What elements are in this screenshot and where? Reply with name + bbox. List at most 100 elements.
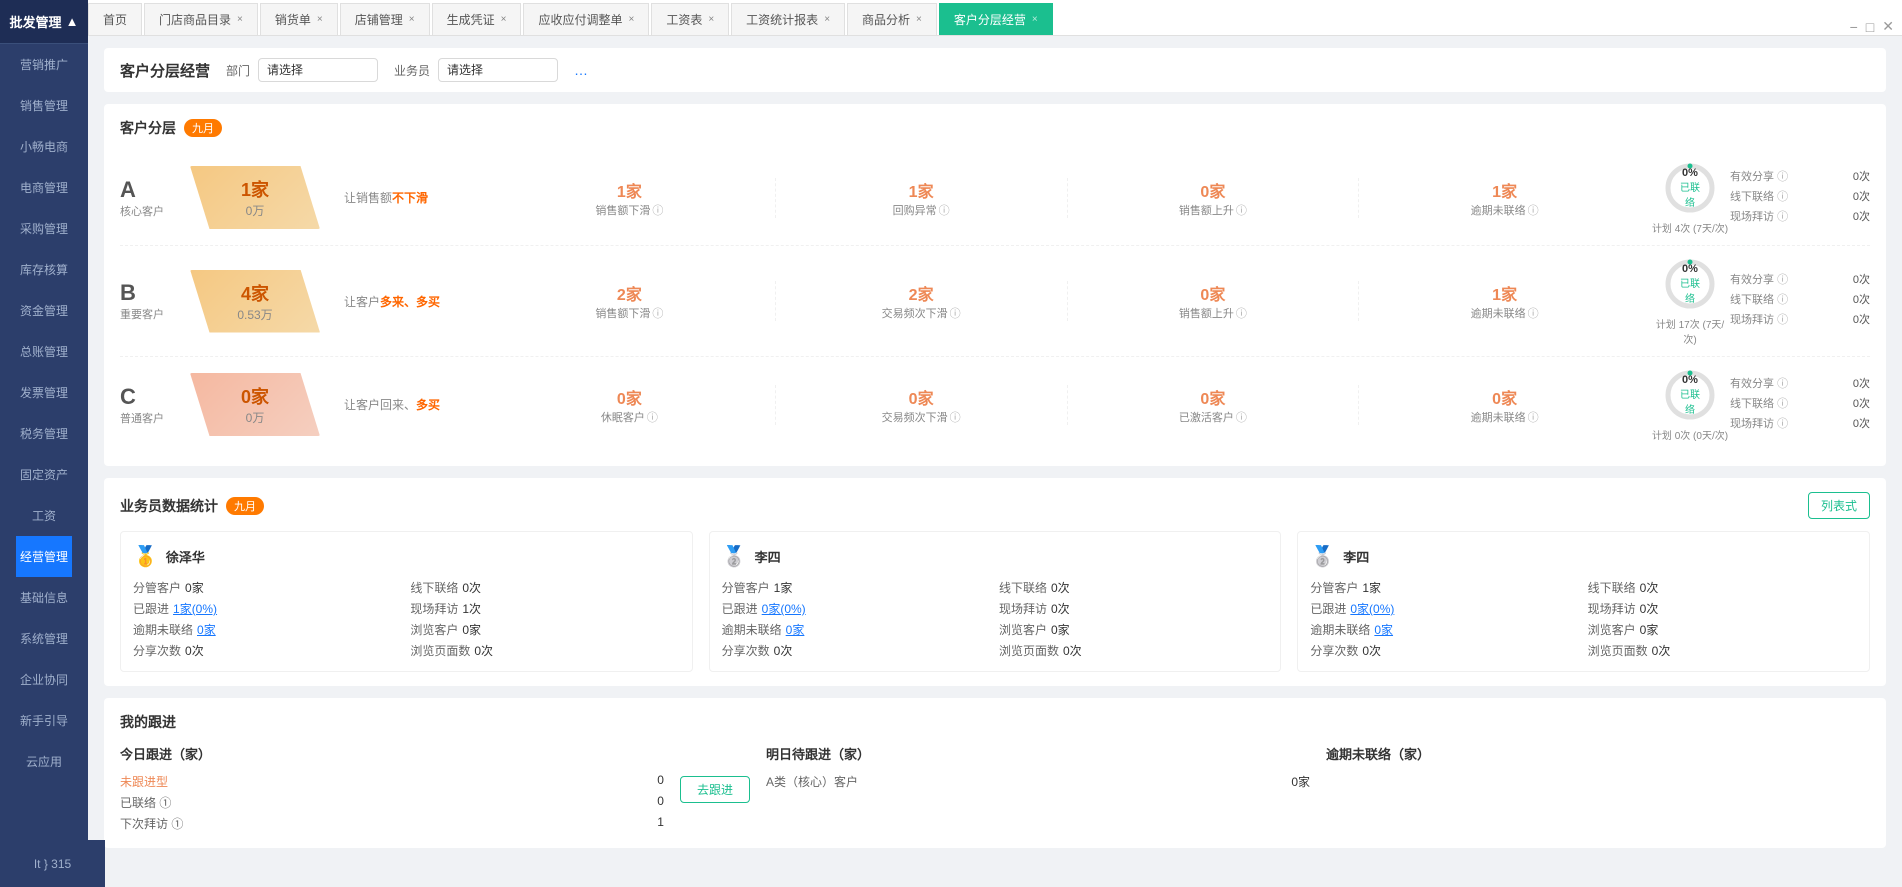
info-icon[interactable]: ⓘ: [652, 202, 663, 218]
tier-count: 0家: [241, 383, 269, 409]
sidebar-item-电商管理[interactable]: 电商管理: [16, 167, 72, 208]
biz-row-val[interactable]: 1家(0%): [173, 600, 217, 617]
right-stat-label: 现场拜访 ⓘ: [1730, 311, 1788, 327]
info-icon[interactable]: ⓘ: [939, 202, 950, 218]
stat-item[interactable]: 1家逾期未联络 ⓘ: [1359, 178, 1650, 218]
sidebar-item-新手引导[interactable]: 新手引导: [16, 700, 72, 741]
sidebar-item-小畅电商[interactable]: 小畅电商: [16, 126, 72, 167]
sidebar-item-总账管理[interactable]: 总账管理: [16, 331, 72, 372]
stat-item[interactable]: 2家交易频次下滑 ⓘ: [776, 281, 1068, 321]
info-icon[interactable]: ⓘ: [1777, 274, 1788, 286]
tab-销货单[interactable]: 销货单×: [260, 3, 338, 35]
sidebar-item-基础信息[interactable]: 基础信息: [16, 577, 72, 618]
sidebar-item-系统管理[interactable]: 系统管理: [16, 618, 72, 659]
tier-trapezoid-A[interactable]: 1家0万: [190, 166, 320, 229]
info-icon[interactable]: ⓘ: [1777, 294, 1788, 306]
biz-row-val[interactable]: 0家(0%): [762, 600, 806, 617]
info-icon[interactable]: ⓘ: [1777, 191, 1788, 203]
tab-close-icon[interactable]: ×: [628, 14, 634, 25]
list-view-btn[interactable]: 列表式: [1808, 492, 1870, 519]
tab-商品分析[interactable]: 商品分析×: [847, 3, 937, 35]
stat-item[interactable]: 0家休眠客户 ⓘ: [484, 385, 776, 425]
stat-item[interactable]: 2家销售额下滑 ⓘ: [484, 281, 776, 321]
biz-row-val[interactable]: 0家(0%): [1350, 600, 1394, 617]
info-icon[interactable]: ⓘ: [950, 305, 961, 321]
tab-首页[interactable]: 首页: [88, 3, 142, 35]
biz-row: 浏览页面数0次: [1588, 642, 1857, 659]
salesman-select[interactable]: 请选择: [438, 58, 558, 82]
tab-close-icon[interactable]: ×: [237, 14, 243, 25]
tab-店铺管理[interactable]: 店铺管理×: [340, 3, 430, 35]
tab-close-icon[interactable]: ×: [1032, 14, 1038, 25]
info-icon[interactable]: ⓘ: [1528, 409, 1539, 425]
stat-item[interactable]: 0家交易频次下滑 ⓘ: [776, 385, 1068, 425]
dept-select[interactable]: 请选择: [258, 58, 378, 82]
tab-controls[interactable]: − □ ✕: [1842, 18, 1902, 35]
biz-row-val[interactable]: 0家: [197, 621, 216, 638]
tab-客户分层经营[interactable]: 客户分层经营×: [939, 3, 1053, 35]
biz-row-label: 浏览客户: [410, 621, 458, 638]
tab-close-icon[interactable]: ×: [409, 14, 415, 25]
tab-close-icon[interactable]: ×: [824, 14, 830, 25]
info-icon[interactable]: ⓘ: [1236, 305, 1247, 321]
stat-item[interactable]: 0家已激活客户 ⓘ: [1068, 385, 1360, 425]
stat-item[interactable]: 1家销售额下滑 ⓘ: [484, 178, 776, 218]
minimize-icon[interactable]: −: [1850, 19, 1858, 35]
stat-item[interactable]: 1家逾期未联络 ⓘ: [1359, 281, 1650, 321]
info-icon[interactable]: ⓘ: [1777, 171, 1788, 183]
stat-item[interactable]: 0家销售额上升 ⓘ: [1068, 281, 1360, 321]
biz-row-val: 1家: [774, 579, 793, 596]
sidebar-item-资金管理[interactable]: 资金管理: [16, 290, 72, 331]
sidebar-item-营销推广[interactable]: 营销推广: [16, 44, 72, 85]
stat-item[interactable]: 0家逾期未联络 ⓘ: [1359, 385, 1650, 425]
tier-trapezoid-B[interactable]: 4家0.53万: [190, 270, 320, 333]
stat-item[interactable]: 0家销售额上升 ⓘ: [1068, 178, 1360, 218]
sidebar-item-发票管理[interactable]: 发票管理: [16, 372, 72, 413]
sidebar-item-销售管理[interactable]: 销售管理: [16, 85, 72, 126]
stat-item[interactable]: 1家回购异常 ⓘ: [776, 178, 1068, 218]
info-icon[interactable]: ⓘ: [652, 305, 663, 321]
biz-row-val[interactable]: 0家: [786, 621, 805, 638]
tab-工资表[interactable]: 工资表×: [651, 3, 729, 35]
info-icon[interactable]: ⓘ: [647, 409, 658, 425]
followup-grid: 今日跟进（家） 未跟进型0已联络 ①0下次拜访 ①1 去跟进 明日待跟进（家） …: [120, 744, 1870, 834]
tier-amount: 0.53万: [237, 306, 272, 323]
tomorrow-followup-col: 明日待跟进（家） A类（核心）客户0家: [766, 744, 1310, 834]
info-icon[interactable]: ⓘ: [1528, 202, 1539, 218]
biz-row-val[interactable]: 0家: [1374, 621, 1393, 638]
info-icon[interactable]: ⓘ: [950, 409, 961, 425]
sidebar-item-企业协同[interactable]: 企业协同: [16, 659, 72, 700]
tab-工资统计报表[interactable]: 工资统计报表×: [731, 3, 845, 35]
info-icon[interactable]: ⓘ: [1777, 418, 1788, 430]
tab-close-icon[interactable]: ×: [708, 14, 714, 25]
more-filters-btn[interactable]: …: [574, 62, 588, 78]
goto-followup-btn[interactable]: 去跟进: [680, 776, 750, 803]
sidebar-item-固定资产[interactable]: 固定资产: [16, 454, 72, 495]
sidebar-item-库存核算[interactable]: 库存核算: [16, 249, 72, 290]
info-icon[interactable]: ⓘ: [1777, 378, 1788, 390]
tier-label-B: B重要客户: [120, 280, 190, 322]
tab-门店商品目录[interactable]: 门店商品目录×: [144, 3, 258, 35]
tier-trapezoid-C[interactable]: 0家0万: [190, 373, 320, 436]
info-icon[interactable]: ⓘ: [1777, 314, 1788, 326]
sidebar-item-税务管理[interactable]: 税务管理: [16, 413, 72, 454]
tier-amount: 0万: [246, 409, 265, 426]
info-icon[interactable]: ⓘ: [1236, 409, 1247, 425]
sidebar-item-云应用[interactable]: 云应用: [16, 741, 72, 782]
info-icon[interactable]: ⓘ: [1528, 305, 1539, 321]
tab-应收应付调整单[interactable]: 应收应付调整单×: [523, 3, 649, 35]
sidebar-item-经营管理[interactable]: 经营管理: [16, 536, 72, 577]
tab-close-icon[interactable]: ×: [916, 14, 922, 25]
info-icon[interactable]: ⓘ: [1236, 202, 1247, 218]
info-icon[interactable]: ⓘ: [1777, 398, 1788, 410]
sidebar-collapse-icon[interactable]: ▲: [66, 14, 79, 29]
biz-row-val: 0次: [185, 642, 204, 659]
tab-close-icon[interactable]: ×: [501, 14, 507, 25]
info-icon[interactable]: ⓘ: [1777, 211, 1788, 223]
tab-close-icon[interactable]: ×: [317, 14, 323, 25]
tab-生成凭证[interactable]: 生成凭证×: [432, 3, 522, 35]
sidebar-item-工资[interactable]: 工资: [16, 495, 72, 536]
restore-icon[interactable]: □: [1866, 19, 1874, 35]
close-window-icon[interactable]: ✕: [1882, 18, 1894, 35]
sidebar-item-采购管理[interactable]: 采购管理: [16, 208, 72, 249]
